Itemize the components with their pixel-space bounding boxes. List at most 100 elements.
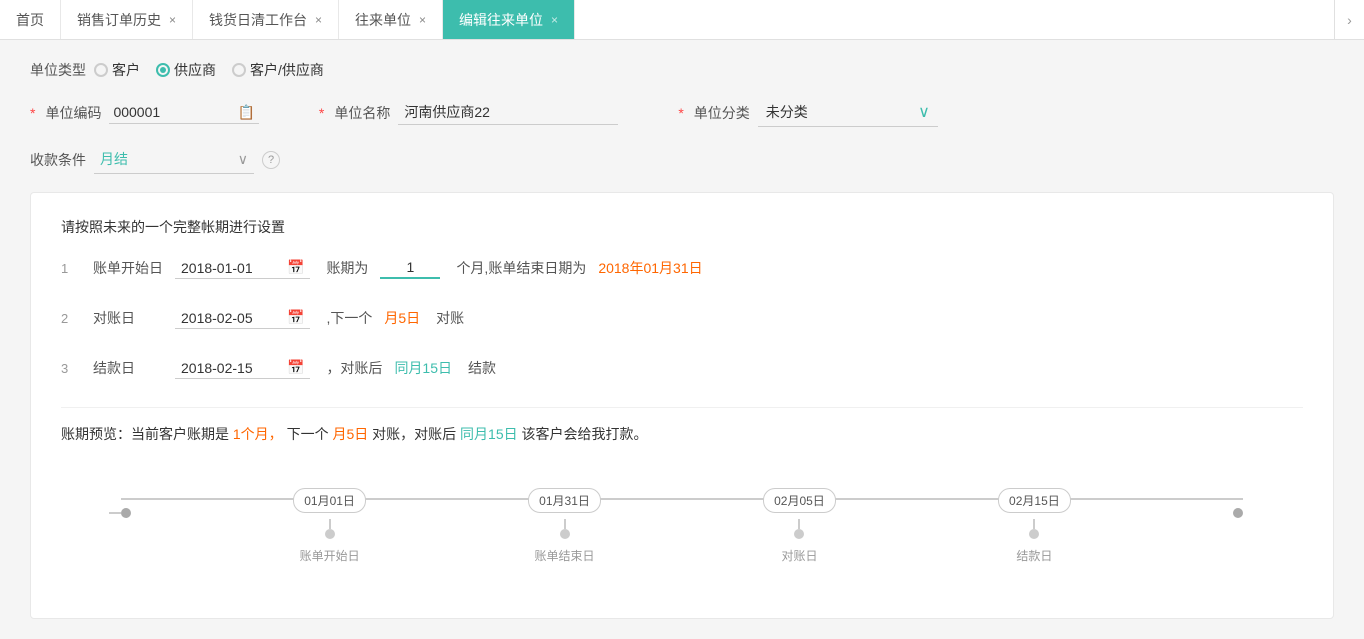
- unit-code-required: *: [30, 105, 35, 121]
- unit-classify-value: 未分类: [766, 102, 910, 122]
- timeline-dot-4: [1029, 529, 1039, 539]
- radio-customer-label: 客户: [112, 60, 140, 80]
- timeline-point-2: 01月31日 账单结束日: [528, 488, 601, 564]
- tab-sales-history-label: 销售订单历史: [77, 10, 161, 30]
- period-row2-num: 2: [61, 311, 81, 326]
- timeline: 01月01日 账单开始日 01月31日 账单结束日 02月05日 对账日: [61, 468, 1303, 594]
- tab-home[interactable]: 首页: [0, 0, 61, 39]
- tab-partners-label: 往来单位: [355, 10, 411, 30]
- unit-classify-group: * 单位分类 未分类 ∨: [678, 98, 937, 127]
- radio-both[interactable]: 客户/供应商: [232, 60, 324, 80]
- classify-down-icon: ∨: [918, 102, 930, 122]
- timeline-label-4: 02月15日: [998, 488, 1071, 513]
- tab-sales-history[interactable]: 销售订单历史 ×: [61, 0, 193, 39]
- radio-supplier-label: 供应商: [174, 60, 216, 80]
- radio-both-circle: [232, 63, 246, 77]
- unit-classify-dropdown[interactable]: 未分类 ∨: [758, 98, 938, 127]
- period-row1-label: 账单开始日: [93, 258, 163, 278]
- tab-partners[interactable]: 往来单位 ×: [339, 0, 443, 39]
- period-row1-num: 1: [61, 261, 81, 276]
- timeline-point-3: 02月05日 对账日: [763, 488, 836, 564]
- period-row2-post: 对账: [436, 308, 464, 328]
- unit-code-group: * 单位编码 📋: [30, 102, 259, 124]
- unit-code-input[interactable]: [113, 104, 233, 120]
- period-row2-date-group: 📅: [175, 307, 310, 329]
- radio-customer-circle: [94, 63, 108, 77]
- period-row1-date-group: 📅: [175, 257, 310, 279]
- period-row3-post: 结款: [468, 358, 496, 378]
- unit-name-required: *: [319, 105, 324, 121]
- period-settings-box: 请按照未来的一个完整帐期进行设置 1 账单开始日 📅 账期为 个月,账单结束日期…: [30, 192, 1334, 619]
- preview-prefix: 账期预览：当前客户账期是: [61, 426, 229, 442]
- unit-type-label: 单位类型: [30, 60, 86, 80]
- period-reconcile-cal-icon[interactable]: 📅: [287, 309, 304, 326]
- payment-dropdown[interactable]: 月结 ∨: [94, 145, 254, 174]
- timeline-sublabel-3: 对账日: [781, 547, 817, 564]
- period-end-date: 2018年01月31日: [598, 258, 702, 278]
- unit-type-row: 单位类型 客户 供应商 客户/供应商: [30, 60, 1334, 80]
- period-num-input[interactable]: [380, 257, 440, 279]
- period-row1-suffix2: 个月,账单结束日期为: [456, 258, 586, 278]
- radio-both-label: 客户/供应商: [250, 60, 324, 80]
- period-row3-pre: ，对账后: [326, 358, 382, 378]
- period-row3-date-group: 📅: [175, 357, 310, 379]
- tab-sales-history-close[interactable]: ×: [169, 13, 176, 27]
- unit-name-input[interactable]: [398, 100, 618, 125]
- period-row3-num: 3: [61, 361, 81, 376]
- tab-bar: 首页 销售订单历史 × 钱货日清工作台 × 往来单位 × 编辑往来单位 × ›: [0, 0, 1364, 40]
- unit-code-input-wrapper: 📋: [109, 102, 258, 124]
- period-row2-pre: ,下一个: [326, 308, 372, 328]
- preview-highlight2: 月5日: [332, 426, 368, 442]
- period-start-cal-icon[interactable]: 📅: [287, 259, 304, 276]
- tab-cash-work-close[interactable]: ×: [315, 13, 322, 27]
- timeline-point-4: 02月15日 结款日: [998, 488, 1071, 564]
- timeline-label-3: 02月05日: [763, 488, 836, 513]
- period-payment-cal-icon[interactable]: 📅: [287, 359, 304, 376]
- timeline-sublabel-4: 结款日: [1016, 547, 1052, 564]
- period-row-2: 2 对账日 📅 ,下一个 月5日 对账: [61, 307, 1303, 329]
- unit-type-group: 单位类型 客户 供应商 客户/供应商: [30, 60, 324, 80]
- radio-supplier-circle: [156, 63, 170, 77]
- tab-partners-close[interactable]: ×: [419, 13, 426, 27]
- timeline-points: 01月01日 账单开始日 01月31日 账单结束日 02月05日 对账日: [121, 488, 1243, 564]
- period-row2-highlight: 月5日: [384, 308, 420, 328]
- tab-more-arrow[interactable]: ›: [1334, 0, 1364, 39]
- payment-value: 月结: [100, 149, 234, 169]
- tab-cash-work[interactable]: 钱货日清工作台 ×: [193, 0, 339, 39]
- period-payment-date-input[interactable]: [181, 360, 281, 376]
- payment-row: 收款条件 月结 ∨ ?: [30, 145, 1334, 174]
- period-row3-highlight: 同月15日: [394, 358, 452, 378]
- timeline-label-2: 01月31日: [528, 488, 601, 513]
- payment-help-icon[interactable]: ?: [262, 151, 280, 169]
- unit-classify-label: 单位分类: [694, 103, 750, 123]
- period-row-3: 3 结款日 📅 ，对账后 同月15日 结款: [61, 357, 1303, 379]
- radio-customer[interactable]: 客户: [94, 60, 140, 80]
- period-title: 请按照未来的一个完整帐期进行设置: [61, 217, 1303, 237]
- payment-dropdown-arrow: ∨: [238, 151, 248, 168]
- unit-code-icon[interactable]: 📋: [237, 104, 254, 121]
- unit-info-row: * 单位编码 📋 * 单位名称 * 单位分类 未分类 ∨: [30, 98, 1334, 127]
- tab-home-label: 首页: [16, 10, 44, 30]
- period-row1-suffix1: 账期为: [326, 258, 368, 278]
- timeline-dot-2: [560, 529, 570, 539]
- tab-edit-partner-close[interactable]: ×: [551, 13, 558, 27]
- preview-suffix: 该客户会给我打款。: [522, 426, 648, 442]
- tab-edit-partner[interactable]: 编辑往来单位 ×: [443, 0, 575, 39]
- period-row3-label: 结款日: [93, 358, 163, 378]
- unit-name-group: * 单位名称: [319, 100, 618, 125]
- unit-name-label: 单位名称: [334, 103, 390, 123]
- timeline-dot-1: [325, 529, 335, 539]
- tab-edit-partner-label: 编辑往来单位: [459, 10, 543, 30]
- radio-supplier[interactable]: 供应商: [156, 60, 216, 80]
- timeline-point-1: 01月01日 账单开始日: [293, 488, 366, 564]
- unit-code-label: 单位编码: [45, 103, 101, 123]
- unit-classify-required: *: [678, 105, 683, 121]
- timeline-dot-3: [794, 529, 804, 539]
- preview-middle: 下一个: [287, 426, 329, 442]
- tab-cash-work-label: 钱货日清工作台: [209, 10, 307, 30]
- preview-highlight1: 1个月，: [233, 426, 283, 442]
- preview-middle2: 对账，对账后: [372, 426, 456, 442]
- period-reconcile-date-input[interactable]: [181, 310, 281, 326]
- timeline-sublabel-1: 账单开始日: [300, 547, 360, 564]
- period-start-date-input[interactable]: [181, 260, 281, 276]
